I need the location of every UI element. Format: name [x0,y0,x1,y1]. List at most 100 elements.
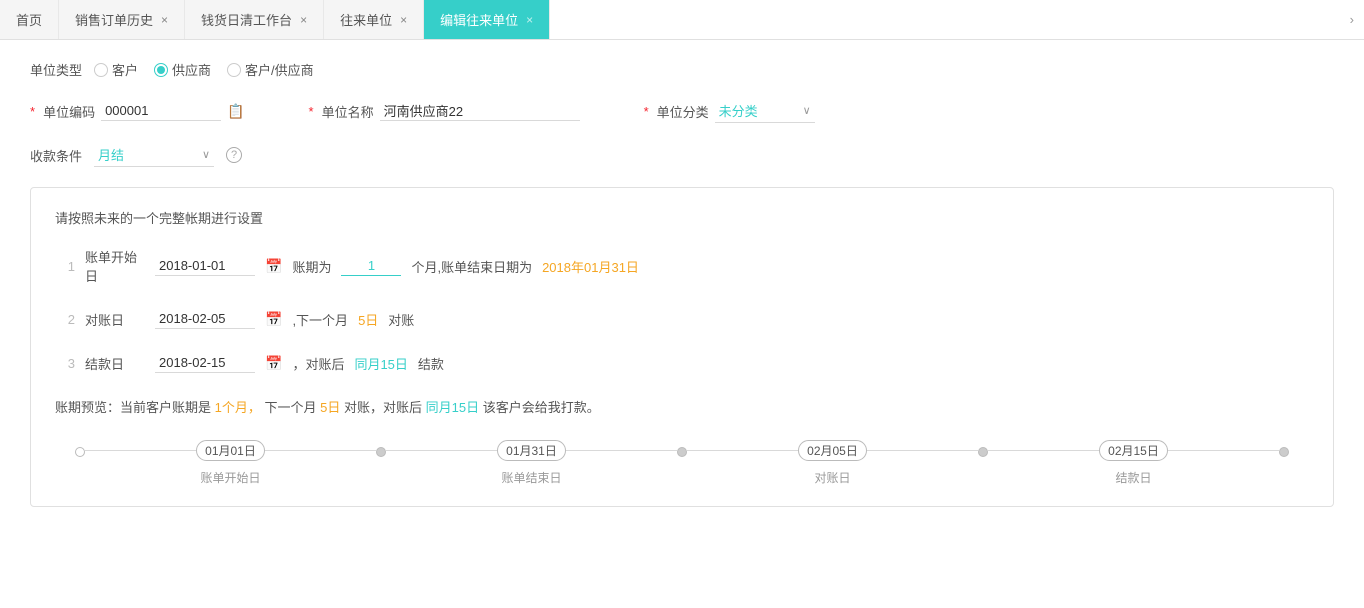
tl-line-3a [687,450,798,451]
timeline-labels: 账单开始日 账单结束日 对账日 结款日 [75,469,1289,486]
end-date-highlight: 2018年01月31日 [542,257,639,276]
tab-home[interactable]: 首页 [0,0,59,39]
preview-highlight3: 同月15日 [426,400,479,415]
tl-dot-mid1 [376,447,386,457]
radio-customer[interactable]: 客户 [94,60,138,79]
radio-supplier[interactable]: 供应商 [154,60,211,79]
start-date-input[interactable] [155,256,255,276]
unit-category-field: * 单位分类 未分类 ∨ [644,99,815,123]
calendar-icon[interactable]: 📋 [227,103,244,120]
preview-highlight2: 5日 [320,400,340,415]
settle-calendar-icon[interactable]: 📅 [265,355,282,372]
row3-desc1: ，对账后 [292,354,344,373]
unit-info-row: * 单位编码 📋 * 单位名称 * 单位分类 未分类 ∨ [30,99,1334,123]
tl-point-0 [75,447,85,457]
unit-name-star: * [309,104,314,119]
tl-label-2-wrapper: 账单结束日 [386,469,677,486]
row2-num: 2 [55,312,75,327]
timeline: 01月01日 01月31日 [55,440,1309,486]
tl-point-mid3 [978,447,988,457]
tl-segment-1: 01月01日 [85,440,376,463]
tl-point-mid1 [376,447,386,457]
radio-customer-circle [94,63,108,77]
tab-partner-unit[interactable]: 往来单位 × [324,0,424,39]
row3-highlight: 同月15日 [354,354,407,373]
preview-prefix: 账期预览：当前客户账期是 [55,400,211,415]
radio-both-label: 客户/供应商 [245,60,314,79]
unit-name-label: 单位名称 [322,102,374,121]
tab-cash-work-close[interactable]: × [300,13,307,27]
unit-category-value: 未分类 [719,101,758,120]
tl-line-3b [867,450,978,451]
tab-sales-history[interactable]: 销售订单历史 × [59,0,185,39]
radio-customer-label: 客户 [112,60,138,79]
tab-edit-partner-close[interactable]: × [526,13,533,27]
preview-suffix: 该客户会给我打款。 [483,400,600,415]
preview-text: 账期预览：当前客户账期是 1个月， 下一个月 5日 对账，对账后 同月15日 该… [55,397,1309,416]
row1-label: 账单开始日 [85,247,145,285]
preview-mid2: 对账，对账后 [344,400,422,415]
tl-tag-1: 01月01日 [196,440,265,461]
tl-line-4a [988,450,1099,451]
tl-seg3-top: 02月05日 [687,440,978,461]
payment-chevron-icon: ∨ [202,148,210,161]
tl-line-4b [1168,450,1279,451]
tl-line-1b [265,450,376,451]
tl-label-1: 账单开始日 [200,469,260,486]
tl-line-2b [566,450,677,451]
tl-tag-4: 02月15日 [1099,440,1168,461]
tab-nav-arrow[interactable]: › [1340,0,1364,39]
tl-label-1-wrapper: 账单开始日 [85,469,376,486]
section-title: 请按照未来的一个完整帐期进行设置 [55,208,1309,227]
row1-num: 1 [55,259,75,274]
tab-sales-history-label: 销售订单历史 [75,10,153,29]
main-content: 单位类型 客户 供应商 客户/供应商 * 单位编码 📋 [0,40,1364,608]
row1-desc-before: 账期为 [292,257,331,276]
radio-supplier-label: 供应商 [172,60,211,79]
tab-cash-work-label: 钱货日清工作台 [201,10,292,29]
timeline-track: 01月01日 01月31日 [75,440,1289,463]
tl-segment-4: 02月15日 [988,440,1279,463]
row2-highlight: 5日 [358,310,378,329]
tl-dot-0 [75,447,85,457]
unit-category-dropdown[interactable]: 未分类 ∨ [715,99,815,123]
tab-sales-history-close[interactable]: × [161,13,168,27]
tab-partner-unit-close[interactable]: × [400,13,407,27]
tab-cash-work[interactable]: 钱货日清工作台 × [185,0,324,39]
start-date-calendar-icon[interactable]: 📅 [265,258,282,275]
tl-label-4: 结款日 [1115,469,1151,486]
tl-dot-mid3 [978,447,988,457]
reconcile-date-input[interactable] [155,309,255,329]
tl-point-mid2 [677,447,687,457]
radio-supplier-inner [157,66,165,74]
tl-tag-2: 01月31日 [497,440,566,461]
payment-label: 收款条件 [30,146,82,165]
help-icon[interactable]: ? [226,147,242,163]
radio-supplier-circle [154,63,168,77]
payment-dropdown[interactable]: 月结 ∨ [94,143,214,167]
tl-label-4-wrapper: 结款日 [988,469,1279,486]
tab-edit-partner[interactable]: 编辑往来单位 × [424,0,550,39]
radio-both-circle [227,63,241,77]
tl-tag-3: 02月05日 [798,440,867,461]
row3-label: 结款日 [85,354,145,373]
chevron-down-icon: ∨ [803,104,811,117]
row2-desc1: ,下一个月 [292,310,348,329]
settle-date-input[interactable] [155,353,255,373]
tl-segment-2: 01月31日 [386,440,677,463]
tl-seg4-top: 02月15日 [988,440,1279,461]
row1-desc-after: 个月,账单结束日期为 [411,257,532,276]
unit-type-label: 单位类型 [30,60,82,79]
radio-both[interactable]: 客户/供应商 [227,60,314,79]
unit-type-radio-group: 客户 供应商 客户/供应商 [94,60,314,79]
nav-arrow-icon: › [1350,12,1354,27]
start-date-row: 1 账单开始日 📅 账期为 个月,账单结束日期为 2018年01月31日 [55,247,1309,285]
unit-name-input[interactable] [380,101,580,121]
tab-home-label: 首页 [16,10,42,29]
unit-category-star: * [644,104,649,119]
row2-label: 对账日 [85,310,145,329]
reconcile-calendar-icon[interactable]: 📅 [265,311,282,328]
month-input[interactable] [341,256,401,276]
unit-code-input[interactable] [101,101,221,121]
tl-label-3-wrapper: 对账日 [687,469,978,486]
